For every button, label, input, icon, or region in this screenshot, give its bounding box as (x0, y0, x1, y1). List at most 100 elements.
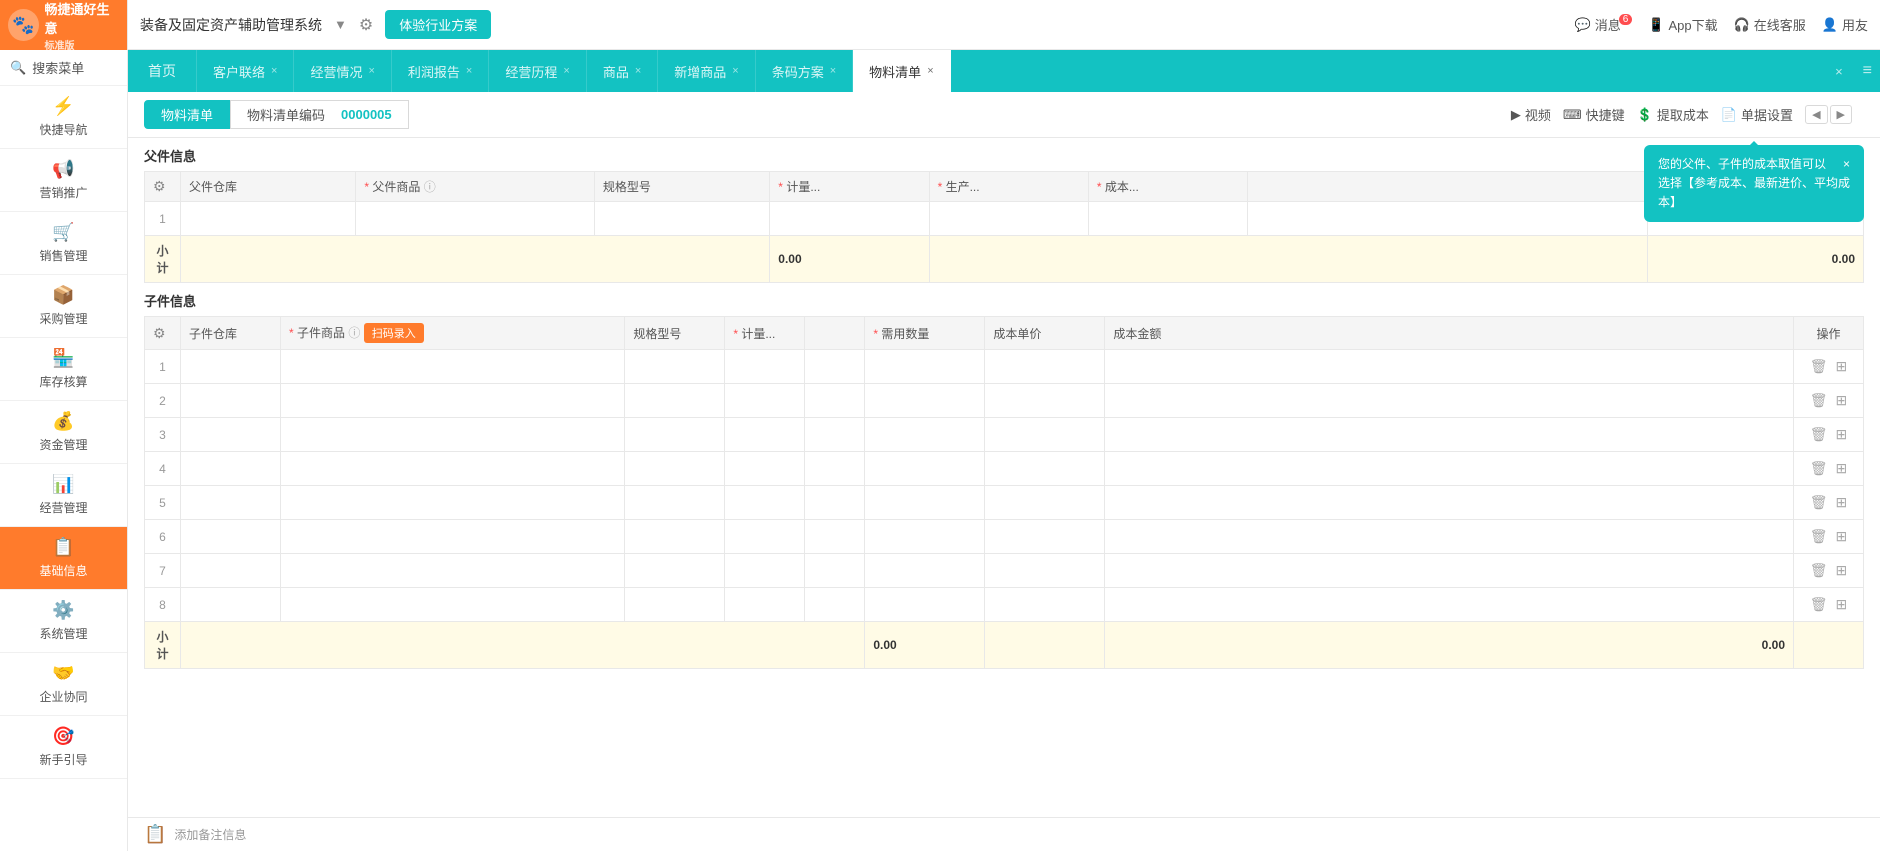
copy-icon[interactable]: ⊞ (1836, 494, 1848, 511)
sidebar-item-enterprise[interactable]: 🤝 企业协同 (0, 653, 127, 716)
copy-icon[interactable]: ⊞ (1836, 426, 1848, 443)
prev-btn[interactable]: ◀ (1805, 105, 1827, 124)
copy-icon[interactable]: ⊞ (1836, 596, 1848, 613)
user-btn[interactable]: 👤 用友 (1822, 15, 1868, 34)
child-spec-cell[interactable] (625, 554, 725, 588)
tab-bom-close[interactable]: × (927, 65, 933, 77)
parent-settings-icon[interactable]: ⚙ (153, 178, 166, 194)
delete-icon[interactable]: 🗑 (1810, 358, 1828, 375)
tab-new-products-close[interactable]: × (732, 65, 738, 77)
dropdown-icon[interactable]: ▼ (334, 17, 347, 32)
child-warehouse-cell[interactable] (181, 486, 281, 520)
sidebar-item-finance[interactable]: 💰 资金管理 (0, 401, 127, 464)
online-service-btn[interactable]: 🎧 在线客服 (1734, 15, 1806, 34)
tab-profit[interactable]: 利润报告 × (392, 50, 489, 92)
tab-customers[interactable]: 客户联络 × (197, 50, 294, 92)
sidebar-item-sales[interactable]: 🛒 销售管理 (0, 212, 127, 275)
child-qty-cell[interactable] (865, 486, 985, 520)
child-unit-cell[interactable] (725, 486, 805, 520)
sub-tab-bom-list[interactable]: 物料清单 (144, 100, 230, 129)
tab-history[interactable]: 经营历程 × (489, 50, 586, 92)
child-qty-cell[interactable] (865, 384, 985, 418)
child-product-cell[interactable] (281, 350, 625, 384)
sidebar-item-quicknav[interactable]: ⚡ 快捷导航 (0, 86, 127, 149)
child-cost-price-cell[interactable] (985, 588, 1105, 622)
tab-barcode[interactable]: 条码方案 × (756, 50, 853, 92)
child-unit-cell[interactable] (725, 588, 805, 622)
delete-icon[interactable]: 🗑 (1810, 596, 1828, 613)
delete-icon[interactable]: 🗑 (1810, 494, 1828, 511)
tab-history-close[interactable]: × (563, 65, 569, 77)
child-product-cell[interactable] (281, 554, 625, 588)
child-unit-cell[interactable] (725, 452, 805, 486)
scan-button[interactable]: 扫码录入 (364, 323, 424, 343)
delete-icon[interactable]: 🗑 (1810, 460, 1828, 477)
tab-profit-close[interactable]: × (466, 65, 472, 77)
shortcut-btn[interactable]: ⌨ 快捷键 (1563, 105, 1625, 124)
child-warehouse-cell[interactable] (181, 520, 281, 554)
delete-icon[interactable]: 🗑 (1810, 392, 1828, 409)
child-settings-icon[interactable]: ⚙ (153, 325, 166, 341)
parent-warehouse-cell[interactable] (181, 202, 356, 236)
app-download-btn[interactable]: 📱 App下载 (1648, 15, 1717, 34)
child-cost-price-cell[interactable] (985, 486, 1105, 520)
child-unit-cell[interactable] (725, 554, 805, 588)
child-unit-cell[interactable] (725, 520, 805, 554)
copy-icon[interactable]: ⊞ (1836, 528, 1848, 545)
delete-icon[interactable]: 🗑 (1810, 528, 1828, 545)
sidebar-item-inventory[interactable]: 🏪 库存核算 (0, 338, 127, 401)
child-spec-cell[interactable] (625, 418, 725, 452)
copy-icon[interactable]: ⊞ (1836, 460, 1848, 477)
tab-menu-icon[interactable]: ≡ (1855, 62, 1880, 80)
cost-btn[interactable]: 💲 提取成本 (1637, 105, 1709, 124)
child-qty-cell[interactable] (865, 554, 985, 588)
child-spec-cell[interactable] (625, 520, 725, 554)
sidebar-item-guide[interactable]: 🎯 新手引导 (0, 716, 127, 779)
tab-products[interactable]: 商品 × (587, 50, 658, 92)
child-spec-cell[interactable] (625, 384, 725, 418)
sub-tab-bom-code[interactable]: 物料清单编码 0000005 (230, 100, 409, 129)
child-cost-price-cell[interactable] (985, 384, 1105, 418)
parent-unit-cell[interactable] (770, 202, 929, 236)
sidebar-item-marketing[interactable]: 📢 营销推广 (0, 149, 127, 212)
parent-product-cell[interactable] (356, 202, 594, 236)
sidebar-item-basic[interactable]: 📋 基础信息 (0, 527, 127, 590)
child-product-cell[interactable] (281, 384, 625, 418)
child-qty-cell[interactable] (865, 452, 985, 486)
child-spec-cell[interactable] (625, 350, 725, 384)
child-unit-cell[interactable] (725, 384, 805, 418)
child-product-cell[interactable] (281, 418, 625, 452)
copy-icon[interactable]: ⊞ (1836, 358, 1848, 375)
child-spec-cell[interactable] (625, 588, 725, 622)
tab-bom[interactable]: 物料清单 × (853, 50, 950, 92)
child-qty-cell[interactable] (865, 520, 985, 554)
child-cost-price-cell[interactable] (985, 520, 1105, 554)
child-warehouse-cell[interactable] (181, 418, 281, 452)
child-product-cell[interactable] (281, 588, 625, 622)
next-btn[interactable]: ▶ (1830, 105, 1852, 124)
child-warehouse-cell[interactable] (181, 350, 281, 384)
child-cost-price-cell[interactable] (985, 350, 1105, 384)
delete-icon[interactable]: 🗑 (1810, 426, 1828, 443)
settings-btn[interactable]: 📄 单据设置 (1721, 105, 1793, 124)
child-cost-price-cell[interactable] (985, 554, 1105, 588)
view-video-btn[interactable]: ▶ 视频 (1511, 105, 1551, 124)
tab-home[interactable]: 首页 (128, 50, 197, 92)
parent-cost-cell[interactable] (1088, 202, 1247, 236)
child-unit-cell[interactable] (725, 418, 805, 452)
child-product-cell[interactable] (281, 520, 625, 554)
parent-production-cell[interactable] (929, 202, 1088, 236)
tab-products-close[interactable]: × (635, 65, 641, 77)
tab-operations-status[interactable]: 经营情况 × (294, 50, 391, 92)
delete-icon[interactable]: 🗑 (1810, 562, 1828, 579)
tooltip-close[interactable]: × (1843, 155, 1850, 174)
child-product-cell[interactable] (281, 486, 625, 520)
sidebar-item-purchase[interactable]: 📦 采购管理 (0, 275, 127, 338)
child-cost-price-cell[interactable] (985, 418, 1105, 452)
child-product-cell[interactable] (281, 452, 625, 486)
copy-icon[interactable]: ⊞ (1836, 392, 1848, 409)
settings-icon[interactable]: ⚙ (359, 15, 373, 35)
trial-button[interactable]: 体验行业方案 (385, 10, 491, 39)
child-qty-cell[interactable] (865, 418, 985, 452)
copy-icon[interactable]: ⊞ (1836, 562, 1848, 579)
